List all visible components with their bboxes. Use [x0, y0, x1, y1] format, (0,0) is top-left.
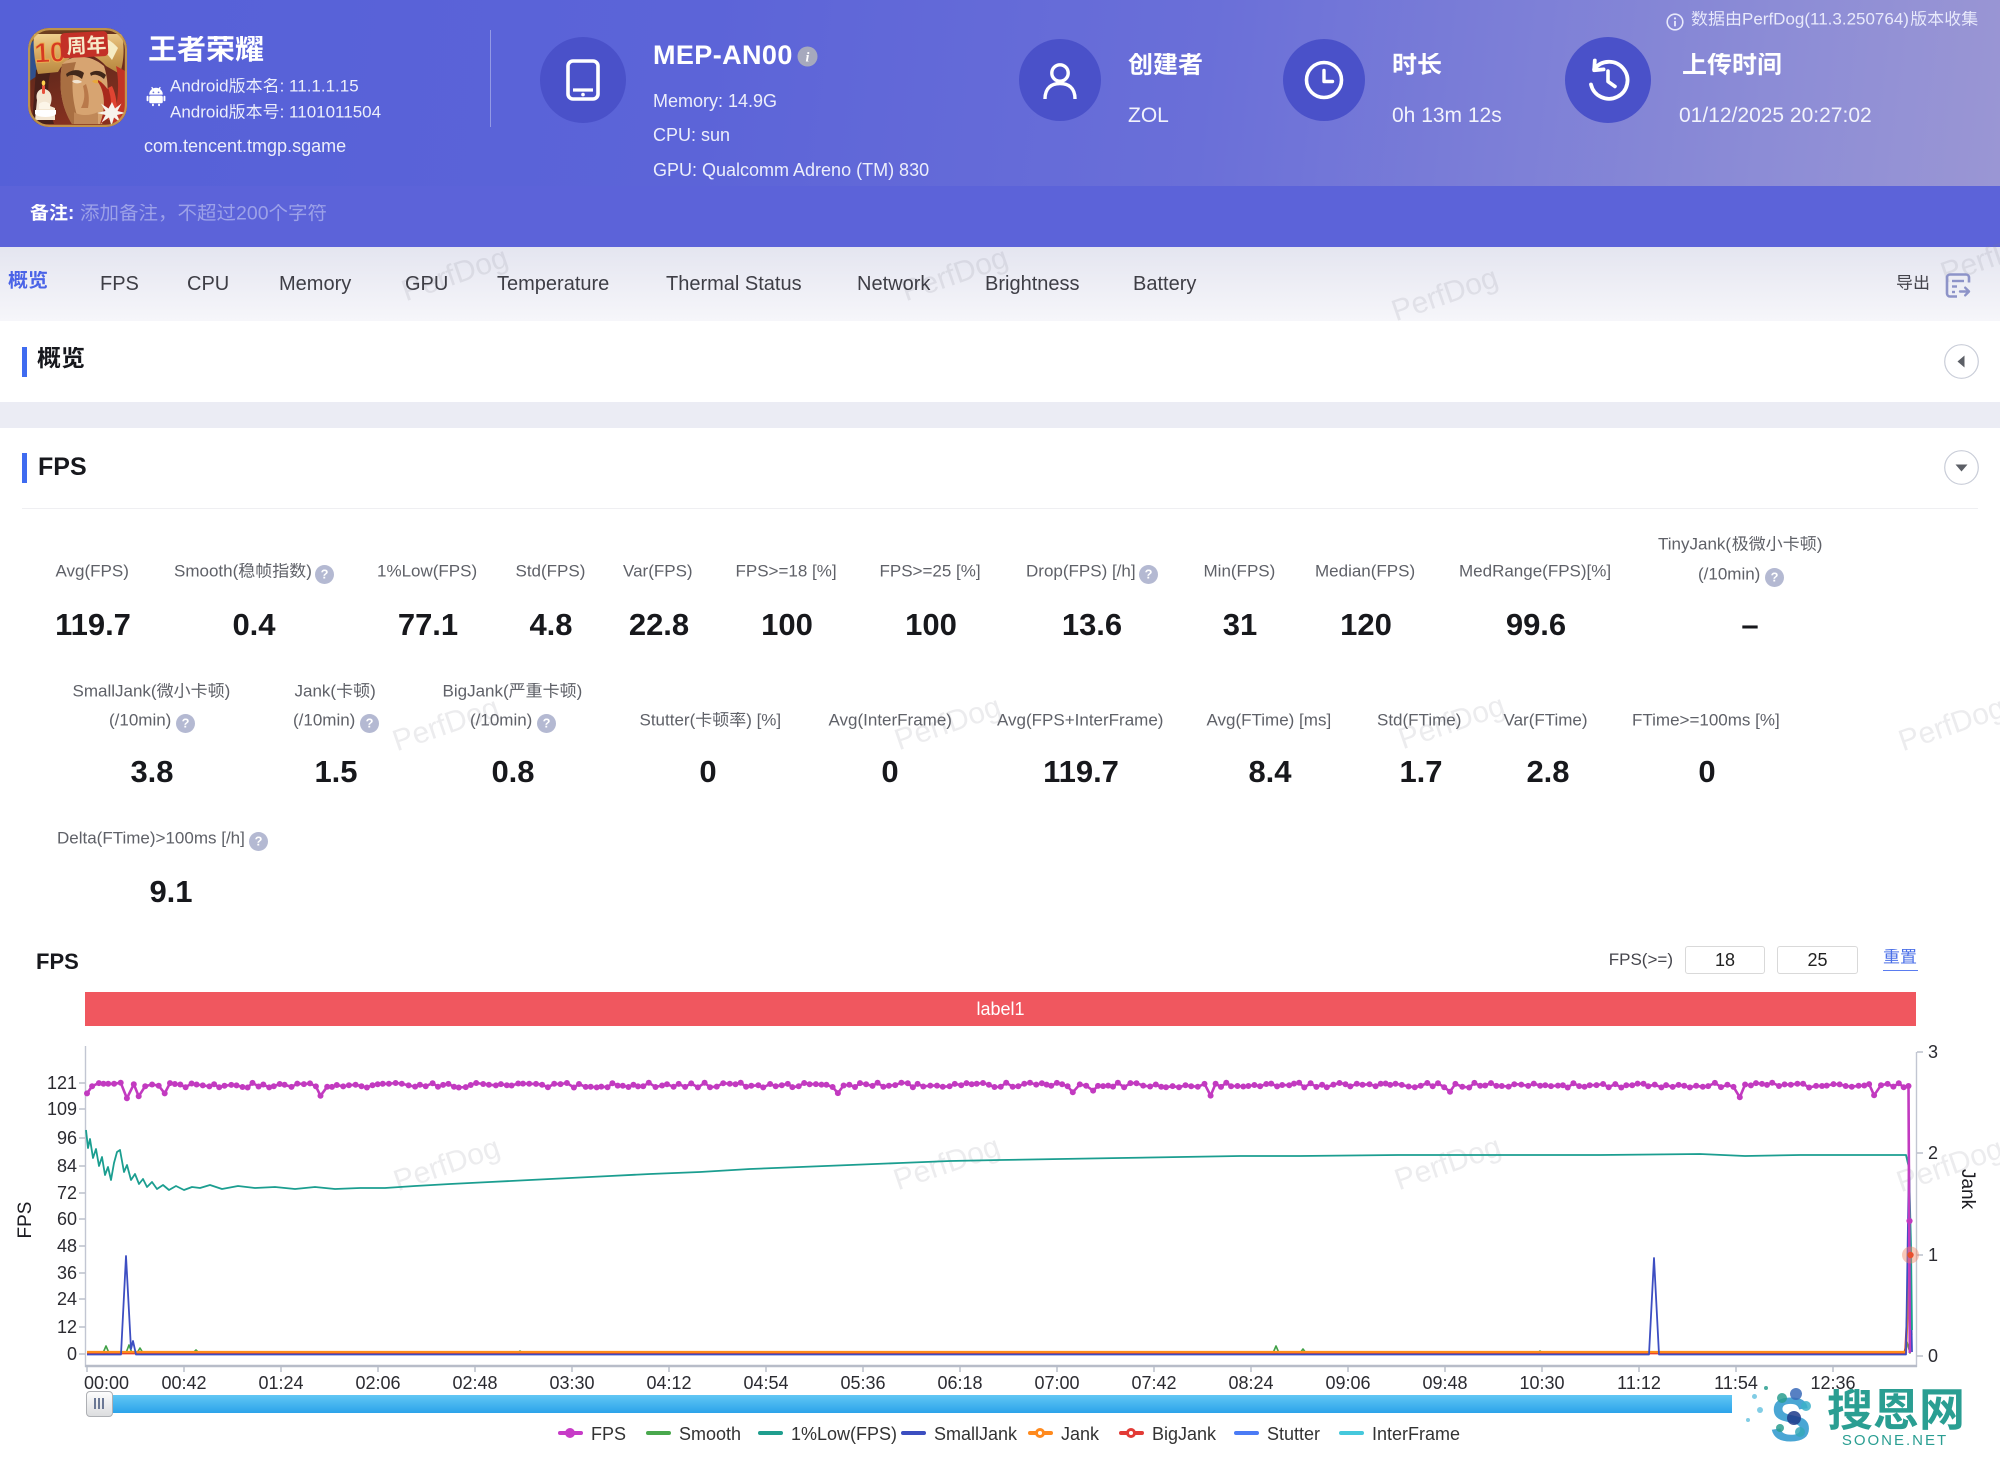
svg-text:2: 2 — [1928, 1143, 1938, 1163]
svg-text:06:18: 06:18 — [937, 1373, 982, 1393]
svg-text:Std(FPS): Std(FPS) — [516, 563, 586, 581]
svg-text:02:06: 02:06 — [355, 1373, 400, 1393]
svg-text:04:12: 04:12 — [646, 1373, 691, 1393]
svg-text:24: 24 — [57, 1289, 77, 1309]
svg-text:Avg(FPS+InterFrame): Avg(FPS+InterFrame) — [997, 712, 1163, 730]
svg-text:00:42: 00:42 — [161, 1373, 206, 1393]
svg-text:): ) — [1817, 536, 1823, 554]
svg-text:Std(FTime): Std(FTime) — [1377, 712, 1461, 730]
svg-text:TinyJank(: TinyJank( — [1658, 536, 1731, 554]
svg-text::: : — [68, 204, 74, 224]
svg-text:?: ? — [1771, 569, 1779, 584]
svg-text:09:48: 09:48 — [1422, 1373, 1467, 1393]
svg-text:: 1101011504: : 1101011504 — [280, 104, 381, 122]
svg-text:60: 60 — [57, 1209, 77, 1229]
svg-text:): ) — [577, 683, 583, 701]
svg-text:Var(FTime): Var(FTime) — [1504, 712, 1588, 730]
svg-text:36: 36 — [57, 1263, 77, 1283]
svg-text:FPS: FPS — [15, 1202, 36, 1239]
svg-text:00:00: 00:00 — [84, 1373, 129, 1393]
svg-text:(/10min): (/10min) — [293, 712, 355, 730]
svg-text:Jank(: Jank( — [295, 683, 337, 701]
svg-text:48: 48 — [57, 1236, 77, 1256]
svg-text:04:54: 04:54 — [743, 1373, 788, 1393]
svg-text:96: 96 — [57, 1128, 77, 1148]
svg-text:?: ? — [1145, 566, 1153, 581]
svg-text:?: ? — [321, 566, 329, 581]
svg-text:200: 200 — [236, 204, 269, 225]
svg-text:): ) — [306, 563, 312, 581]
svg-text:?: ? — [366, 715, 374, 730]
svg-text:PerfDog(11.3.250764): PerfDog(11.3.250764) — [1742, 11, 1909, 29]
svg-text:Drop(FPS) [/h]: Drop(FPS) [/h] — [1026, 563, 1136, 581]
svg-text:(/10min): (/10min) — [470, 712, 532, 730]
svg-text:09:06: 09:06 — [1325, 1373, 1370, 1393]
svg-text:FPS>=18 [%]: FPS>=18 [%] — [736, 563, 837, 581]
svg-text:11:12: 11:12 — [1617, 1373, 1661, 1393]
svg-text:?: ? — [255, 833, 263, 848]
svg-text:Stutter(: Stutter( — [640, 712, 696, 730]
svg-text:10:30: 10:30 — [1519, 1373, 1564, 1393]
svg-text:?: ? — [543, 715, 551, 730]
svg-text:1%Low(FPS): 1%Low(FPS) — [377, 563, 477, 581]
svg-text:11:54: 11:54 — [1714, 1373, 1758, 1393]
svg-text:): ) — [370, 683, 376, 701]
svg-text:3: 3 — [1928, 1042, 1938, 1062]
svg-text:?: ? — [182, 715, 190, 730]
svg-text:02:48: 02:48 — [452, 1373, 497, 1393]
svg-text:03:30: 03:30 — [549, 1373, 594, 1393]
svg-text:Avg(InterFrame): Avg(InterFrame) — [829, 712, 952, 730]
svg-text:) [%]: ) [%] — [746, 712, 781, 730]
svg-text:Min(FPS): Min(FPS) — [1204, 563, 1276, 581]
svg-text:Avg(FTime) [ms]: Avg(FTime) [ms] — [1207, 712, 1332, 730]
svg-text:72: 72 — [57, 1183, 77, 1203]
svg-text:Jank: Jank — [1957, 1169, 1978, 1210]
svg-text:Smooth(: Smooth( — [174, 563, 239, 581]
svg-text:Avg(FPS): Avg(FPS) — [56, 563, 129, 581]
svg-text:Median(FPS): Median(FPS) — [1315, 563, 1415, 581]
svg-text:Delta(FTime)>100ms [/h]: Delta(FTime)>100ms [/h] — [57, 830, 245, 848]
svg-text:121: 121 — [47, 1073, 77, 1093]
svg-text:FPS>=25 [%]: FPS>=25 [%] — [880, 563, 981, 581]
svg-text:(/10min): (/10min) — [109, 712, 171, 730]
svg-text:1: 1 — [1928, 1245, 1938, 1265]
svg-text:SmallJank(: SmallJank( — [73, 683, 157, 701]
svg-text:05:36: 05:36 — [840, 1373, 885, 1393]
svg-text:(/10min): (/10min) — [1698, 566, 1760, 584]
svg-text:07:42: 07:42 — [1131, 1373, 1176, 1393]
svg-text:): ) — [225, 683, 231, 701]
svg-text:12: 12 — [57, 1317, 77, 1337]
svg-text:MedRange(FPS)[%]: MedRange(FPS)[%] — [1459, 563, 1611, 581]
svg-text:FTime>=100ms [%]: FTime>=100ms [%] — [1632, 712, 1780, 730]
svg-text:109: 109 — [47, 1099, 77, 1119]
svg-text:Android: Android — [170, 104, 229, 122]
svg-text:01:24: 01:24 — [258, 1373, 303, 1393]
svg-text:08:24: 08:24 — [1228, 1373, 1273, 1393]
svg-text:07:00: 07:00 — [1034, 1373, 1079, 1393]
svg-text:0: 0 — [1928, 1346, 1938, 1366]
svg-text:Android: Android — [170, 78, 229, 96]
svg-text:0: 0 — [67, 1344, 77, 1364]
svg-text:i: i — [806, 51, 810, 66]
svg-text:: 11.1.1.15: : 11.1.1.15 — [280, 78, 359, 96]
svg-text:Var(FPS): Var(FPS) — [623, 563, 693, 581]
svg-text:BigJank(: BigJank( — [443, 683, 509, 701]
svg-text:84: 84 — [57, 1156, 77, 1176]
